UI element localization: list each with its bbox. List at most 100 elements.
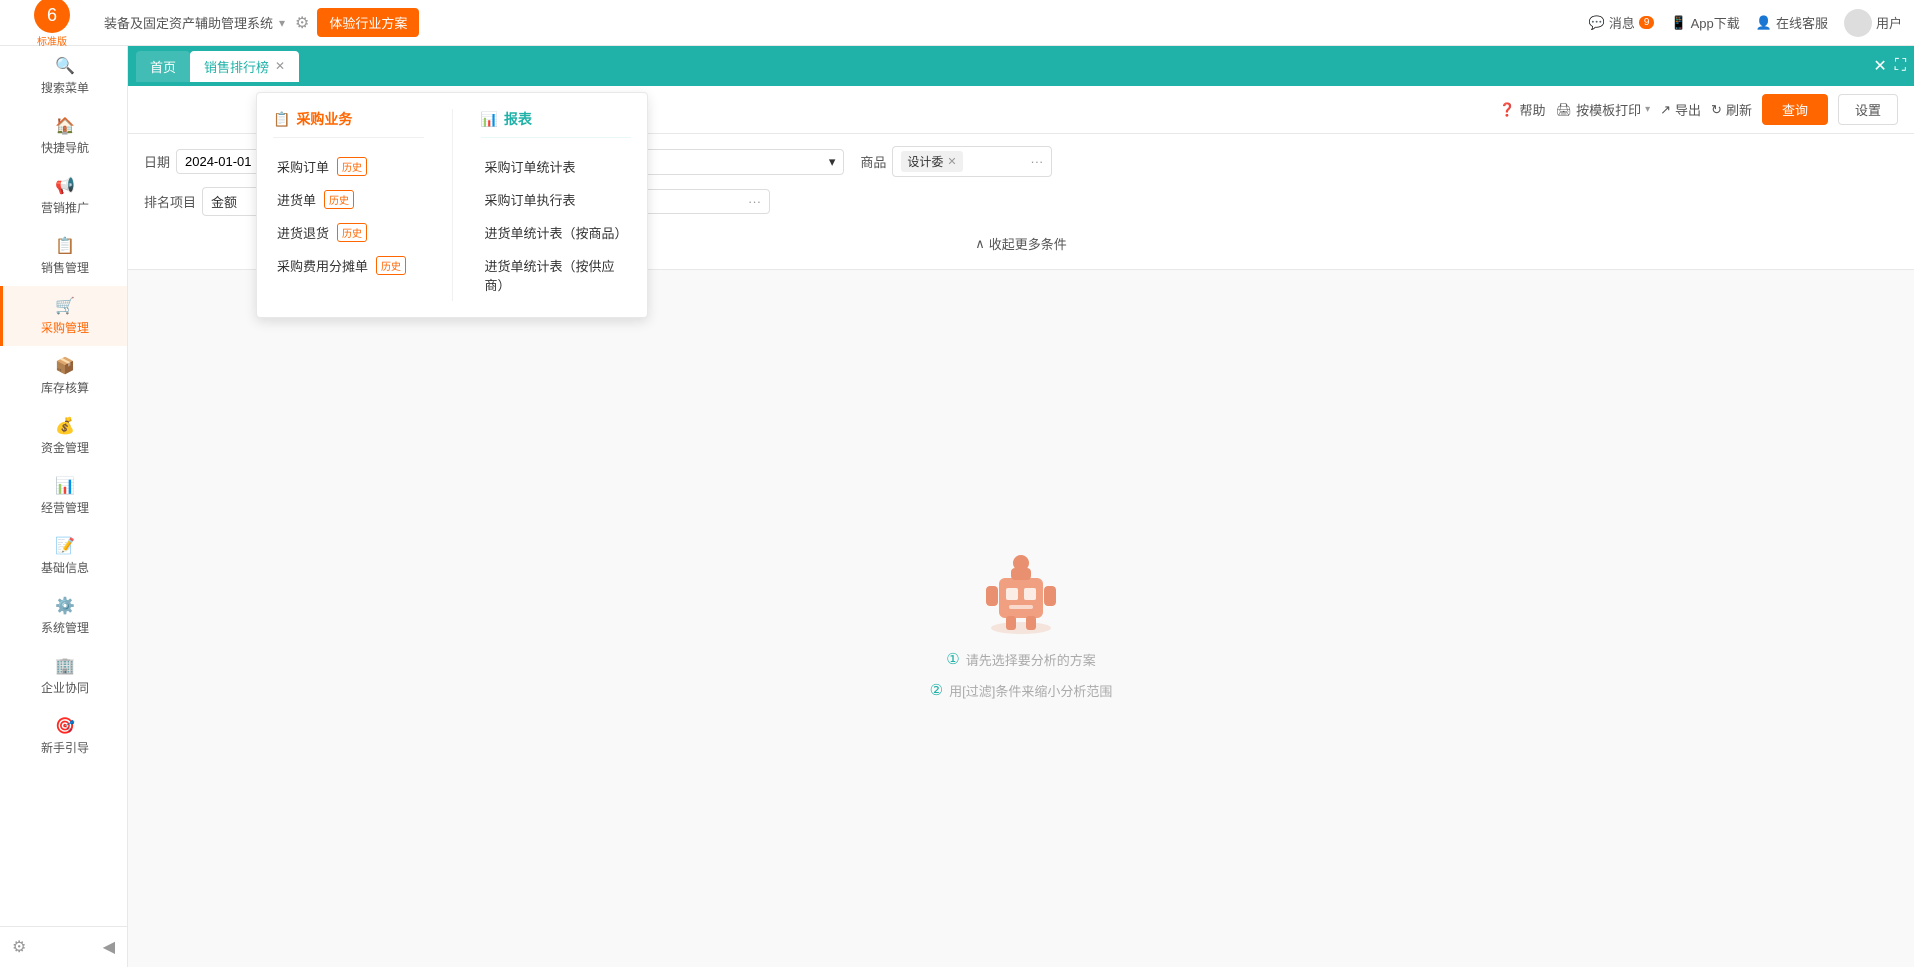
reports-menu-icon: 📊 <box>481 111 498 128</box>
user-label: 用户 <box>1876 13 1902 32</box>
sidebar-item-purchase[interactable]: 🛒 采购管理 <box>0 286 127 346</box>
menu-divider <box>452 109 453 301</box>
help-icon: ❓ <box>1499 102 1515 118</box>
print-btn[interactable]: 🖨 按模板打印 ▾ <box>1556 100 1651 119</box>
purchase-dropdown-menu: 📋 采购业务 采购订单 历史 进货单 历史 进货退货 历史 <box>256 92 648 318</box>
sidebar-item-search[interactable]: 🔍 搜索菜单 <box>0 46 127 106</box>
menu-business-title: 📋 采购业务 <box>273 109 424 138</box>
sidebar-item-marketing[interactable]: 📢 营销推广 <box>0 166 127 226</box>
business-menu-icon: 📋 <box>273 111 290 128</box>
sidebar-settings-btn[interactable]: ⚙ <box>12 937 26 957</box>
enterprise-icon: 🏢 <box>55 656 75 676</box>
tab-controls: ✕ ⛶ <box>1873 56 1906 76</box>
message-label: 消息 <box>1609 13 1635 32</box>
sidebar-item-operation[interactable]: 📊 经营管理 <box>0 466 127 526</box>
menu-item-order-exec[interactable]: 采购订单执行表 <box>481 183 632 216</box>
collapse-btn[interactable]: ∧ 收起更多条件 <box>975 230 1067 257</box>
service-icon: 👤 <box>1756 15 1772 31</box>
sidebar-label-quick-nav: 快捷导航 <box>41 139 89 156</box>
doc-status-input[interactable]: ▾ <box>644 149 844 175</box>
sidebar-label-system: 系统管理 <box>41 619 89 636</box>
online-service-label: 在线客服 <box>1776 13 1828 32</box>
tab-expand-btn[interactable]: ⛶ <box>1895 56 1906 76</box>
refresh-label: 刷新 <box>1726 100 1752 119</box>
empty-hint2: ② 用[过滤]条件来缩小分析范围 <box>930 681 1113 700</box>
system-icon: ⚙️ <box>55 596 75 616</box>
sidebar-label-guide: 新手引导 <box>41 739 89 756</box>
message-icon: 💬 <box>1589 15 1605 31</box>
collapse-icon: ∧ <box>975 236 985 252</box>
user-avatar <box>1844 9 1872 37</box>
top-bar: 6 标准版 装备及固定资产辅助管理系统 ▾ ⚙ 体验行业方案 💬 消息 9 📱 … <box>0 0 1914 46</box>
order-exec-label: 采购订单执行表 <box>485 190 576 209</box>
export-icon: ↗ <box>1660 102 1671 118</box>
system-title: 装备及固定资产辅助管理系统 ▾ ⚙ <box>104 13 309 33</box>
menu-item-purchase-expense[interactable]: 采购费用分摊单 历史 <box>273 249 424 282</box>
menu-item-order-stats[interactable]: 采购订单统计表 <box>481 150 632 183</box>
app-download-btn[interactable]: 📱 App下载 <box>1670 13 1739 32</box>
reports-title-text: 报表 <box>504 109 532 129</box>
sidebar-item-system[interactable]: ⚙️ 系统管理 <box>0 586 127 646</box>
tab-bar: 首页 销售排行榜 ✕ ✕ ⛶ <box>128 46 1914 86</box>
history-badge-2: 历史 <box>337 223 367 242</box>
svg-text:6: 6 <box>47 5 57 25</box>
sidebar-item-quick-nav[interactable]: 🏠 快捷导航 <box>0 106 127 166</box>
menu-item-purchase-order[interactable]: 采购订单 历史 <box>273 150 424 183</box>
goods-return-label: 进货退货 <box>277 223 329 242</box>
empty-state: ① 请先选择要分析的方案 ② 用[过滤]条件来缩小分析范围 <box>930 538 1113 700</box>
sidebar-label-enterprise: 企业协同 <box>41 679 89 696</box>
menu-section-business: 📋 采购业务 采购订单 历史 进货单 历史 进货退货 历史 <box>273 109 424 301</box>
basic-icon: 📝 <box>55 536 75 556</box>
marketing-icon: 📢 <box>55 176 75 196</box>
system-dropdown-btn[interactable]: ▾ <box>279 16 285 30</box>
menu-item-goods-stats-by-supplier[interactable]: 进货单统计表（按供应商） <box>481 249 632 301</box>
sidebar-bottom: ⚙ ◀ <box>0 926 127 967</box>
sidebar-item-enterprise[interactable]: 🏢 企业协同 <box>0 646 127 706</box>
toolbar-actions: ❓ 帮助 🖨 按模板打印 ▾ ↗ 导出 ↻ 刷新 <box>1499 94 1898 125</box>
menu-item-goods-receipt[interactable]: 进货单 历史 <box>273 183 424 216</box>
sidebar-label-sales: 销售管理 <box>41 259 89 276</box>
empty-illustration <box>971 538 1071 638</box>
sidebar-collapse-btn[interactable]: ◀ <box>103 937 115 957</box>
message-btn[interactable]: 💬 消息 9 <box>1589 13 1655 32</box>
online-service-btn[interactable]: 👤 在线客服 <box>1756 13 1828 32</box>
sidebar-item-guide[interactable]: 🎯 新手引导 <box>0 706 127 766</box>
export-label: 导出 <box>1675 100 1701 119</box>
sidebar-item-finance[interactable]: 💰 资金管理 <box>0 406 127 466</box>
export-btn[interactable]: ↗ 导出 <box>1660 100 1701 119</box>
system-settings-btn[interactable]: ⚙ <box>295 13 309 33</box>
rank-value: 金额 <box>211 192 237 211</box>
app-download-label: App下载 <box>1691 13 1740 32</box>
history-badge-3: 历史 <box>376 256 406 275</box>
query-btn[interactable]: 查询 <box>1762 94 1828 125</box>
collapse-label: 收起更多条件 <box>989 234 1067 253</box>
industry-btn[interactable]: 体验行业方案 <box>317 8 419 37</box>
tab-close-btn[interactable]: ✕ <box>275 59 285 73</box>
sidebar-item-sales[interactable]: 📋 销售管理 <box>0 226 127 286</box>
home-icon: 🏠 <box>55 116 75 136</box>
goods-dots[interactable]: ··· <box>1030 154 1043 169</box>
main-content: ① 请先选择要分析的方案 ② 用[过滤]条件来缩小分析范围 <box>128 270 1914 967</box>
settings-small-btn[interactable]: 设置 <box>1838 94 1898 125</box>
sidebar-item-basic[interactable]: 📝 基础信息 <box>0 526 127 586</box>
goods-tag: 设计委 ✕ <box>901 151 962 172</box>
user-btn[interactable]: 用户 <box>1844 9 1902 37</box>
sales-icon: 📋 <box>55 236 75 256</box>
content-area: 首页 销售排行榜 ✕ ✕ ⛶ ❓ 帮助 <box>128 46 1914 967</box>
menu-item-goods-return[interactable]: 进货退货 历史 <box>273 216 424 249</box>
goods-input[interactable]: 设计委 ✕ ··· <box>892 146 1052 177</box>
menu-item-goods-stats-by-item[interactable]: 进货单统计表（按商品） <box>481 216 632 249</box>
tab-home[interactable]: 首页 <box>136 51 190 82</box>
help-btn[interactable]: ❓ 帮助 <box>1499 100 1545 119</box>
goods-tag-remove[interactable]: ✕ <box>947 155 956 168</box>
filter-goods: 商品 设计委 ✕ ··· <box>860 146 1052 177</box>
refresh-btn[interactable]: ↻ 刷新 <box>1711 100 1752 119</box>
sidebar: 🔍 搜索菜单 🏠 快捷导航 📢 营销推广 📋 销售管理 🛒 采购管理 📦 <box>0 46 128 967</box>
sidebar-label-finance: 资金管理 <box>41 439 89 456</box>
sidebar-item-inventory[interactable]: 📦 库存核算 <box>0 346 127 406</box>
sidebar-label-operation: 经营管理 <box>41 499 89 516</box>
empty-hint1: ① 请先选择要分析的方案 <box>946 650 1095 669</box>
main-layout: 🔍 搜索菜单 🏠 快捷导航 📢 营销推广 📋 销售管理 🛒 采购管理 📦 <box>0 46 1914 967</box>
tab-close-all-btn[interactable]: ✕ <box>1873 56 1886 76</box>
tab-sales-ranking[interactable]: 销售排行榜 ✕ <box>190 51 299 82</box>
